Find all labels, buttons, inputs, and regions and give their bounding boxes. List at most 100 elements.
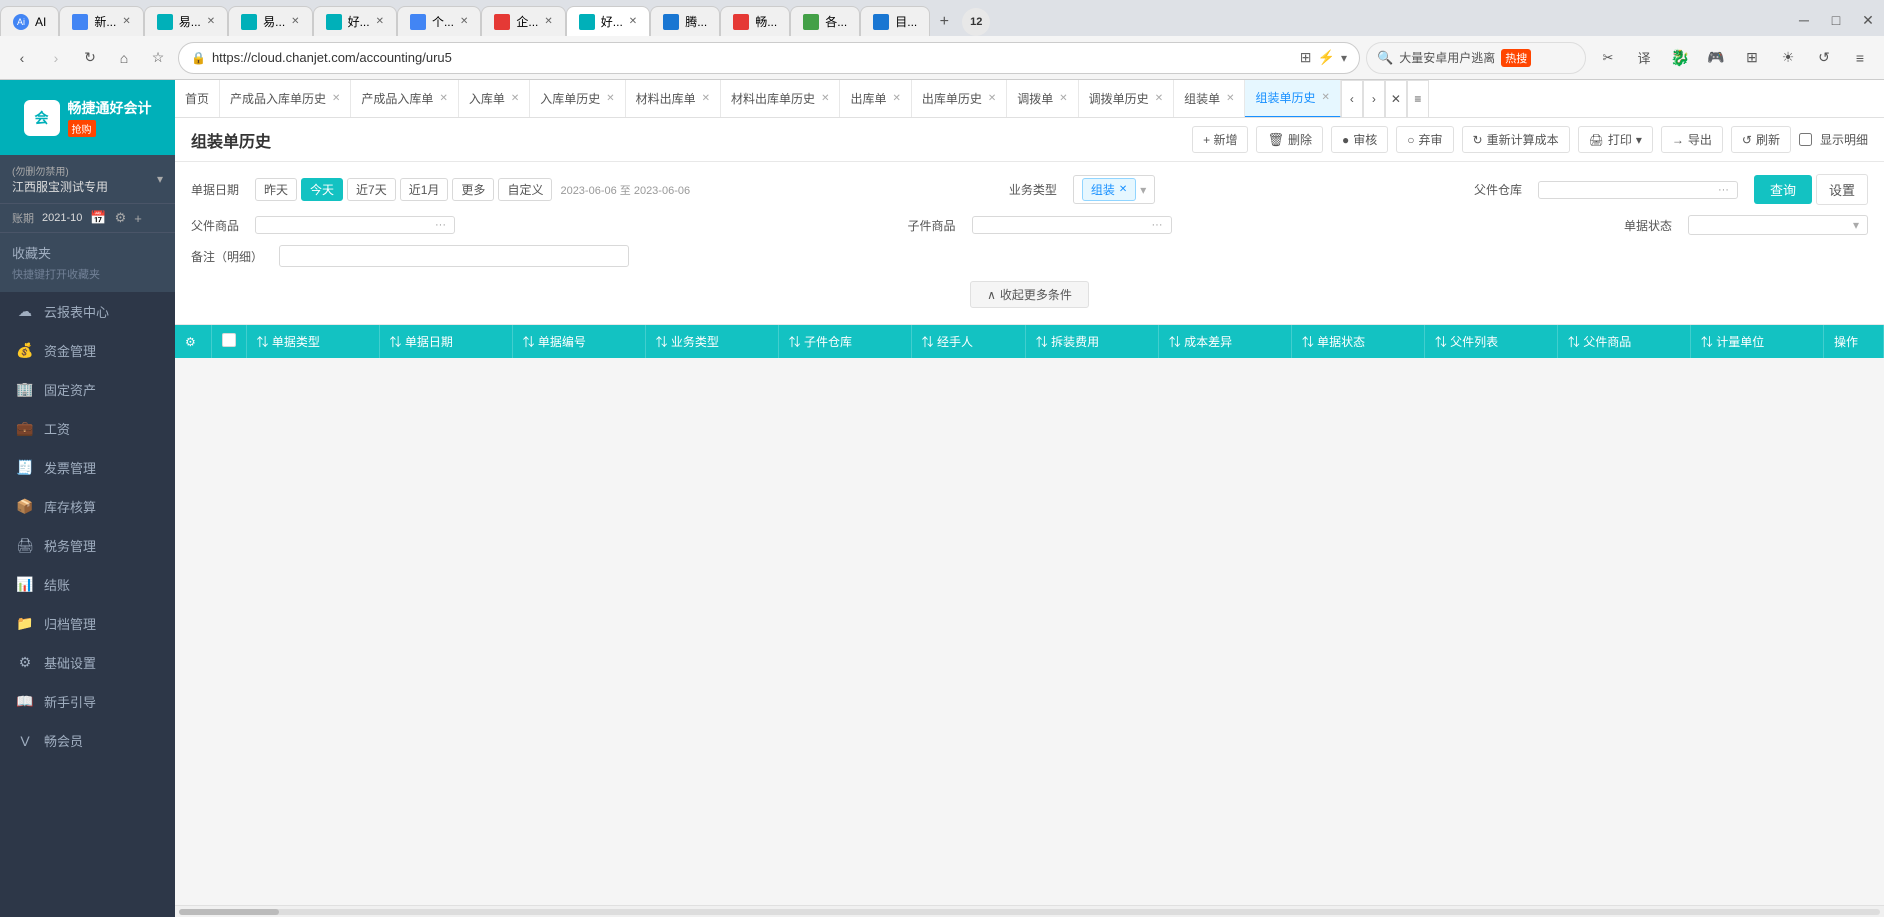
child-goods-filter[interactable]: ··· — [972, 216, 1172, 234]
page-tab-close-mat-out[interactable]: ✕ — [702, 93, 710, 104]
th-unit[interactable]: ⇅ 计量单位 — [1690, 325, 1823, 358]
page-tab-close-mat-out-history[interactable]: ✕ — [821, 93, 829, 104]
browser-tab-close-3[interactable]: ✕ — [207, 16, 215, 27]
sidebar-item-payroll[interactable]: 💼 工资 — [0, 409, 175, 448]
refresh-button[interactable]: ↻ — [76, 44, 104, 72]
page-tab-close-out[interactable]: ✕ — [892, 93, 900, 104]
browser-tab-close-2[interactable]: ✕ — [122, 16, 130, 27]
business-type-tag-close[interactable]: ✕ — [1119, 184, 1127, 195]
delete-btn[interactable]: 🗑 删除 — [1256, 126, 1323, 153]
page-tab-mat-out-history[interactable]: 材料出库单历史 ✕ — [721, 80, 840, 118]
browser-tab-10[interactable]: 畅... — [720, 6, 790, 36]
translate-icon[interactable]: 译 — [1628, 42, 1660, 74]
th-disassemble-fee[interactable]: ⇅ 拆装费用 — [1025, 325, 1158, 358]
display-toggle-checkbox[interactable] — [1799, 133, 1812, 146]
browser-tab-close-5[interactable]: ✕ — [376, 16, 384, 27]
company-selector[interactable]: (勿删勿禁用) 江西服宝测试专用 ▾ — [0, 155, 175, 203]
browser-tab-11[interactable]: 各... — [790, 6, 860, 36]
page-tab-close-assembly[interactable]: ✕ — [1226, 93, 1234, 104]
th-doc-date[interactable]: ⇅ 单据日期 — [379, 325, 512, 358]
parent-warehouse-dots[interactable]: ··· — [1718, 184, 1729, 196]
print-btn[interactable]: 🖨 打印 ▾ — [1578, 126, 1653, 153]
select-all-checkbox[interactable] — [222, 333, 236, 347]
sidebar-item-archive[interactable]: 📁 归档管理 — [0, 604, 175, 643]
bookmark-sub[interactable]: 快捷键打开收藏夹 — [12, 266, 163, 282]
scrollbar-track[interactable] — [179, 909, 1880, 915]
page-tab-in-history[interactable]: 入库单历史 ✕ — [530, 80, 625, 118]
th-parent-list[interactable]: ⇅ 父件列表 — [1424, 325, 1557, 358]
page-tab-transfer-history[interactable]: 调拨单历史 ✕ — [1079, 80, 1174, 118]
month-btn[interactable]: 近1月 — [400, 178, 449, 201]
new-btn[interactable]: + 新增 — [1192, 126, 1248, 153]
sidebar-item-guide[interactable]: 📖 新手引导 — [0, 682, 175, 721]
period-settings-icon[interactable]: ⚙ — [115, 210, 127, 226]
page-tab-assembly-history[interactable]: 组装单历史 ✕ — [1245, 80, 1340, 118]
display-toggle[interactable]: 显示明细 — [1799, 131, 1868, 148]
page-tab-close-prod-in-history[interactable]: ✕ — [332, 93, 340, 104]
grid-icon[interactable]: ⊞ — [1736, 42, 1768, 74]
parent-goods-dots[interactable]: ··· — [435, 219, 446, 231]
back-button[interactable]: ‹ — [8, 44, 36, 72]
browser-tab-close-8[interactable]: ✕ — [629, 16, 637, 27]
business-type-dropdown-icon[interactable]: ▾ — [1140, 183, 1146, 197]
browser-tab-8[interactable]: 好... ✕ — [566, 6, 650, 36]
page-tab-assembly[interactable]: 组装单 ✕ — [1174, 80, 1245, 118]
business-type-filter[interactable]: 组装 ✕ ▾ — [1073, 175, 1155, 204]
page-tab-transfer[interactable]: 调拨单 ✕ — [1007, 80, 1078, 118]
home-button[interactable]: ⌂ — [110, 44, 138, 72]
collapse-btn[interactable]: ∧ 收起更多条件 — [970, 281, 1089, 308]
maximize-button[interactable]: □ — [1820, 4, 1852, 36]
address-bar-qr-icon[interactable]: ⊞ — [1300, 49, 1312, 66]
new-tab-button[interactable]: + — [930, 8, 958, 36]
brightness-icon[interactable]: ☀ — [1772, 42, 1804, 74]
minimize-button[interactable]: ─ — [1788, 4, 1820, 36]
address-bar-lightning-icon[interactable]: ⚡ — [1318, 49, 1335, 66]
emoji-icon[interactable]: 🐉 — [1664, 42, 1696, 74]
sidebar-item-invoice[interactable]: 🧾 发票管理 — [0, 448, 175, 487]
gamepad-icon[interactable]: 🎮 — [1700, 42, 1732, 74]
th-settings[interactable]: ⚙ — [175, 325, 211, 358]
scissor-icon[interactable]: ✂ — [1592, 42, 1624, 74]
browser-tab-1[interactable]: Ai AI — [0, 6, 59, 36]
address-bar[interactable]: 🔒 https://cloud.chanjet.com/accounting/u… — [178, 42, 1360, 74]
page-tab-close-assembly-history[interactable]: ✕ — [1322, 92, 1330, 103]
sidebar-item-fixed-assets[interactable]: 🏢 固定资产 — [0, 370, 175, 409]
yesterday-btn[interactable]: 昨天 — [255, 178, 297, 201]
sidebar-item-inventory[interactable]: 📦 库存核算 — [0, 487, 175, 526]
page-tab-menu[interactable]: ≡ — [1407, 80, 1429, 118]
forward-button[interactable]: › — [42, 44, 70, 72]
export-btn[interactable]: → 导出 — [1661, 126, 1723, 153]
refresh-data-btn[interactable]: ↺ 刷新 — [1731, 126, 1791, 153]
page-tab-close-prod-in[interactable]: ✕ — [439, 93, 447, 104]
sidebar-item-finance[interactable]: 💰 资金管理 — [0, 331, 175, 370]
week-btn[interactable]: 近7天 — [347, 178, 396, 201]
recalc-btn[interactable]: ↻ 重新计算成本 — [1462, 126, 1570, 153]
custom-btn[interactable]: 自定义 — [498, 178, 552, 201]
parent-warehouse-filter[interactable]: ··· — [1538, 181, 1738, 199]
search-bar[interactable]: 🔍 大量安卓用户逃离 热搜 — [1366, 42, 1586, 74]
page-tab-close-out-history[interactable]: ✕ — [988, 93, 996, 104]
period-add-icon[interactable]: + — [134, 211, 142, 226]
page-tab-in[interactable]: 入库单 ✕ — [459, 80, 530, 118]
th-handler[interactable]: ⇅ 经手人 — [911, 325, 1025, 358]
browser-tab-7[interactable]: 企... ✕ — [481, 6, 565, 36]
page-tab-prod-in[interactable]: 产成品入库单 ✕ — [351, 80, 458, 118]
browser-tab-close-6[interactable]: ✕ — [460, 16, 468, 27]
page-tab-mat-out[interactable]: 材料出库单 ✕ — [626, 80, 721, 118]
page-tab-close-transfer[interactable]: ✕ — [1059, 93, 1067, 104]
th-doc-type[interactable]: ⇅ 单据类型 — [246, 325, 379, 358]
browser-tab-2[interactable]: 新... ✕ — [59, 6, 143, 36]
status-filter[interactable]: ▾ — [1688, 215, 1868, 235]
browser-tab-6[interactable]: 个... ✕ — [397, 6, 481, 36]
browser-tab-3[interactable]: 易... ✕ — [144, 6, 228, 36]
undo-icon[interactable]: ↺ — [1808, 42, 1840, 74]
page-tab-close-in-history[interactable]: ✕ — [606, 93, 614, 104]
browser-tab-close-7[interactable]: ✕ — [544, 16, 552, 27]
browser-tab-9[interactable]: 腾... — [650, 6, 720, 36]
child-goods-dots[interactable]: ··· — [1152, 219, 1163, 231]
status-dropdown-icon[interactable]: ▾ — [1853, 218, 1859, 232]
more-btn[interactable]: 更多 — [452, 178, 494, 201]
column-settings-icon[interactable]: ⚙ — [185, 335, 196, 349]
address-bar-chevron-icon[interactable]: ▾ — [1341, 51, 1347, 65]
settings-btn[interactable]: 设置 — [1816, 174, 1868, 205]
